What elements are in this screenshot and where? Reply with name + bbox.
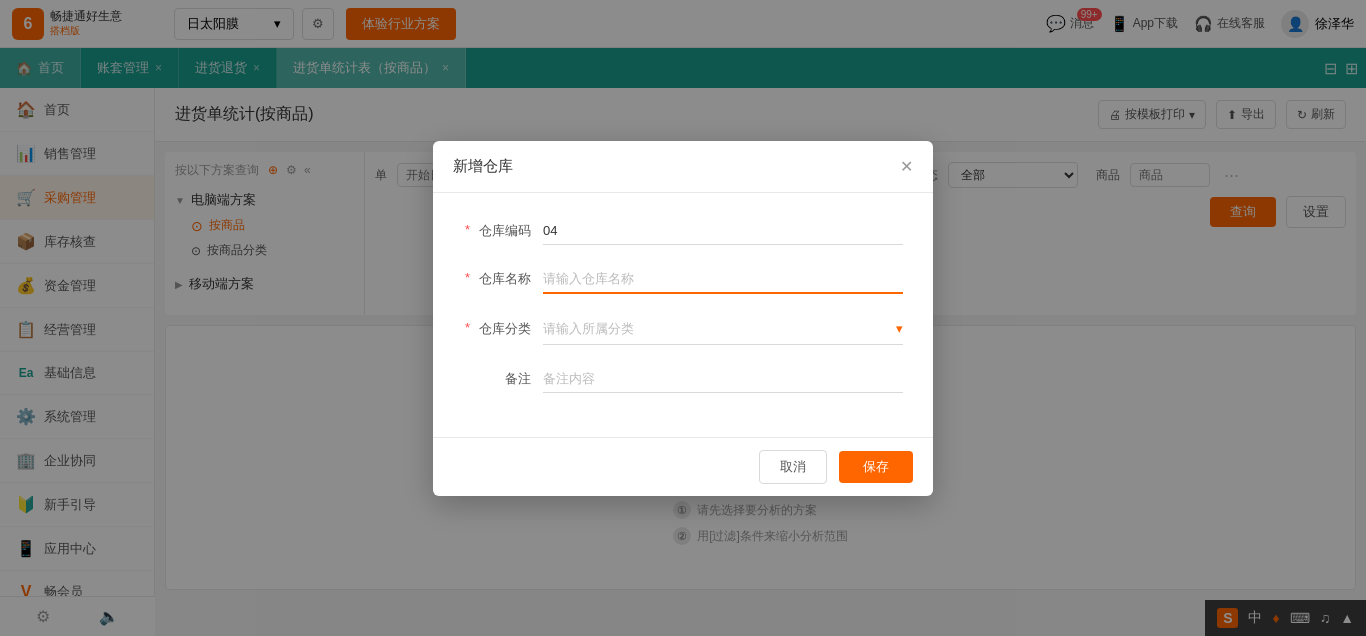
name-input[interactable] [543,265,903,294]
modal-header: 新增仓库 ✕ [433,141,933,193]
code-label: 仓库编码 [463,222,543,240]
form-row-name: 仓库名称 [463,265,903,294]
save-button[interactable]: 保存 [839,451,913,483]
form-row-remark: 备注 [463,365,903,393]
category-label: 仓库分类 [463,320,543,338]
category-placeholder: 请输入所属分类 [543,320,634,338]
name-label: 仓库名称 [463,270,543,288]
modal-title: 新增仓库 [453,157,513,176]
category-chevron-icon: ▾ [896,321,903,336]
modal-overlay[interactable]: 新增仓库 ✕ 仓库编码 仓库名称 仓库分类 请输入所属分类 ▾ [0,0,1366,636]
new-warehouse-modal: 新增仓库 ✕ 仓库编码 仓库名称 仓库分类 请输入所属分类 ▾ [433,141,933,496]
form-row-category: 仓库分类 请输入所属分类 ▾ [463,314,903,345]
cancel-button[interactable]: 取消 [759,450,827,484]
category-select[interactable]: 请输入所属分类 ▾ [543,314,903,345]
code-input[interactable] [543,217,903,245]
modal-footer: 取消 保存 [433,437,933,496]
modal-body: 仓库编码 仓库名称 仓库分类 请输入所属分类 ▾ 备注 [433,193,933,437]
form-row-code: 仓库编码 [463,217,903,245]
remark-input[interactable] [543,365,903,393]
modal-close-button[interactable]: ✕ [900,157,913,176]
remark-label: 备注 [463,370,543,388]
